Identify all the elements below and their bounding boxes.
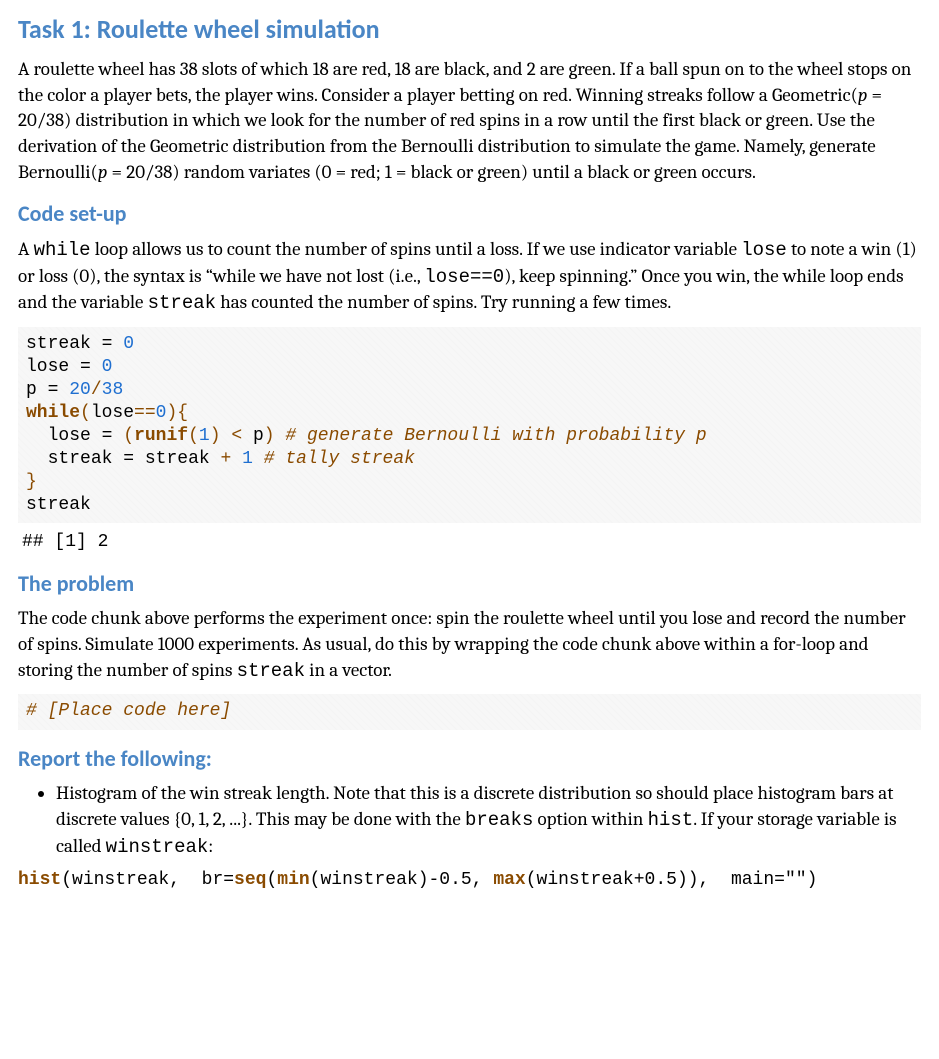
task-title: Task 1: Roulette wheel simulation <box>18 12 921 47</box>
hist-code-line: hist(winstreak, br=seq(min(winstreak)-0.… <box>18 868 921 892</box>
code-setup-intro: A while loop allows us to count the numb… <box>18 237 921 317</box>
heading-problem: The problem <box>18 569 921 599</box>
task-intro: A roulette wheel has 38 slots of which 1… <box>18 57 921 185</box>
code-block-setup: streak = 0 lose = 0 p = 20/38 while(lose… <box>18 327 921 523</box>
code-block-placeholder: # [Place code here] <box>18 694 921 729</box>
heading-code-setup: Code set-up <box>18 199 921 229</box>
heading-report: Report the following: <box>18 744 921 774</box>
report-bullet-1: Histogram of the win streak length. Note… <box>56 781 921 860</box>
report-list: Histogram of the win streak length. Note… <box>18 781 921 860</box>
problem-body: The code chunk above performs the experi… <box>18 606 921 684</box>
code-output: ## [1] 2 <box>18 531 921 554</box>
